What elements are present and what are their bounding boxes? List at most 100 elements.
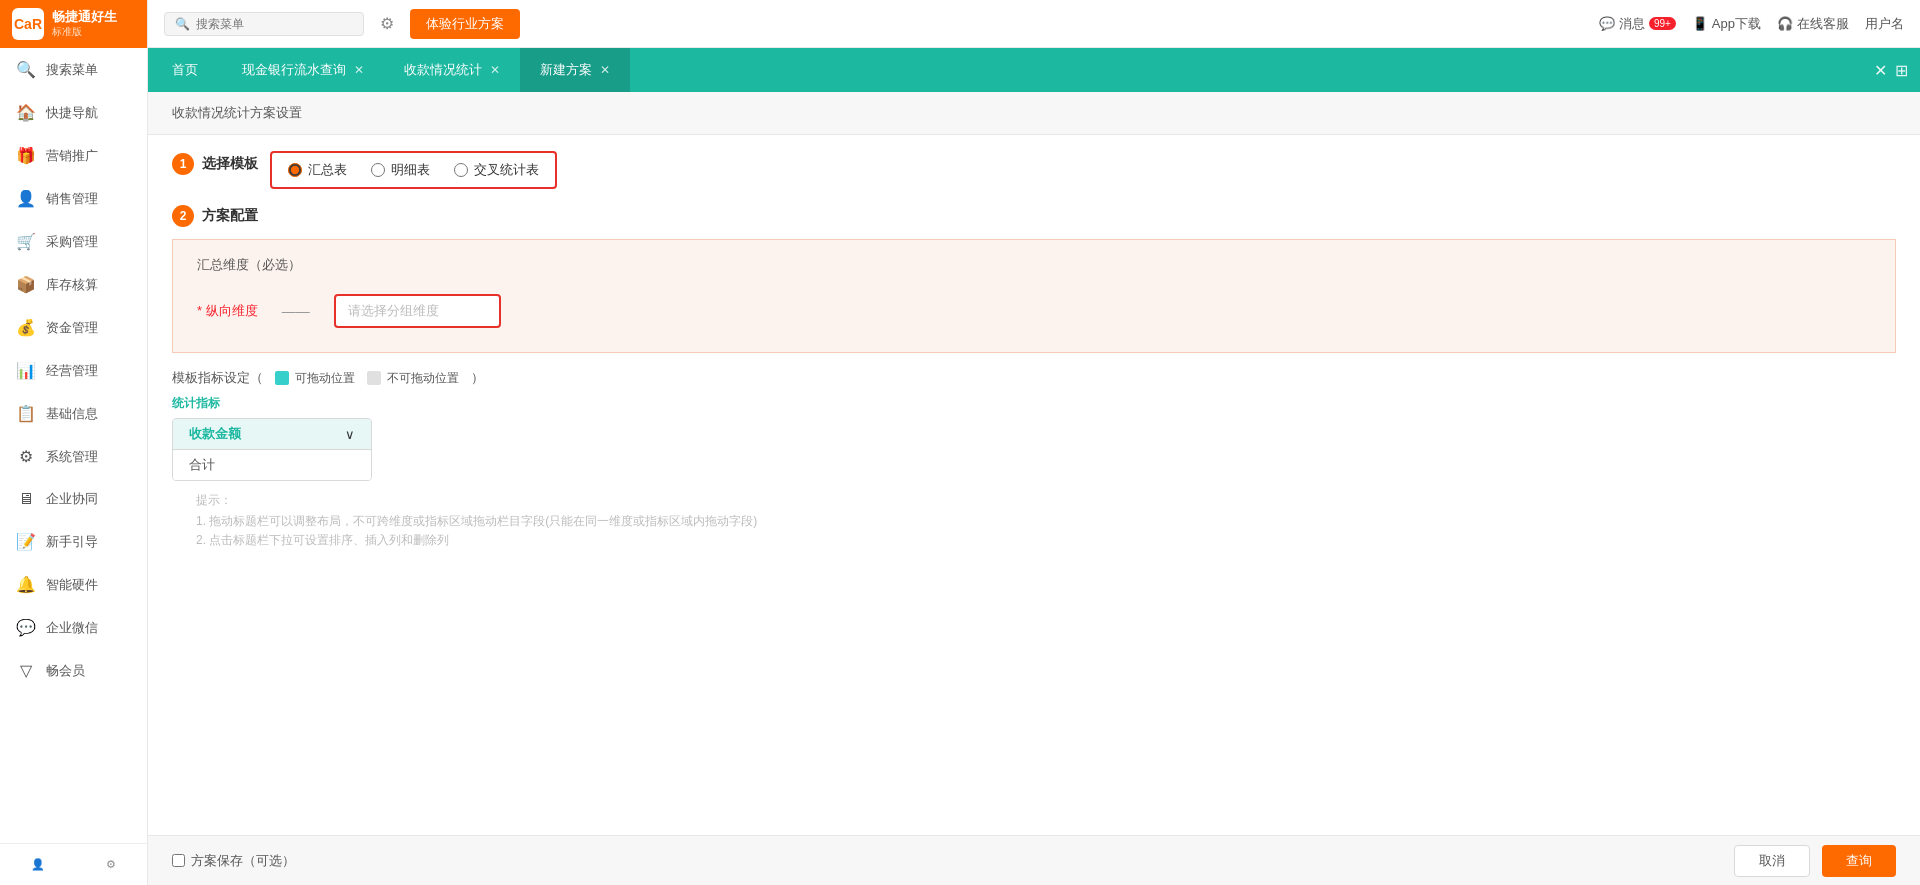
- industry-solution-button[interactable]: 体验行业方案: [410, 9, 520, 39]
- sidebar-item-quicknav[interactable]: 🏠 快捷导航: [0, 91, 147, 134]
- sidebar-item-hardware[interactable]: 🔔 智能硬件: [0, 563, 147, 606]
- dimension-row: * 纵向维度 —— 请选择分组维度: [197, 286, 1871, 336]
- main-area: 🔍 ⚙ 体验行业方案 💬 消息 99+ 📱 App下载 🎧 在线客服 用户名: [148, 0, 1920, 885]
- close-newplan-icon[interactable]: ✕: [600, 63, 610, 77]
- sidebar: CaR 畅捷通好生 标准版 🔍 搜索菜单 🏠 快捷导航 🎁 营销推广 👤 销售管…: [0, 0, 148, 885]
- minimize-icon[interactable]: ✕: [1874, 61, 1887, 80]
- sidebar-item-search[interactable]: 🔍 搜索菜单: [0, 48, 147, 91]
- topbar: 🔍 ⚙ 体验行业方案 💬 消息 99+ 📱 App下载 🎧 在线客服 用户名: [148, 0, 1920, 48]
- list-icon: 📋: [16, 404, 36, 423]
- metrics-table: 收款金额 ∨ 合计: [172, 418, 372, 481]
- messages-action[interactable]: 💬 消息 99+: [1599, 15, 1676, 33]
- hint-item-2: 2. 点击标题栏下拉可设置排序、插入列和删除列: [196, 532, 1872, 549]
- metrics-label-row: 模板指标设定（ 可拖动位置 不可拖动位置 ）: [172, 369, 1896, 387]
- search-box[interactable]: 🔍: [164, 12, 364, 36]
- sidebar-item-member[interactable]: ▽ 畅会员: [0, 649, 147, 692]
- logo-badge: 标准版: [52, 25, 117, 39]
- radio-detail[interactable]: 明细表: [371, 161, 430, 179]
- sidebar-item-purchase[interactable]: 🛒 采购管理: [0, 220, 147, 263]
- page-breadcrumb: 收款情况统计方案设置: [148, 92, 1920, 135]
- logo-text: 畅捷通好生: [52, 9, 117, 25]
- query-button[interactable]: 查询: [1822, 845, 1896, 877]
- messages-badge: 99+: [1649, 17, 1676, 30]
- message-icon: 💬: [1599, 16, 1615, 31]
- radio-cross[interactable]: 交叉统计表: [454, 161, 539, 179]
- radio-cross-input[interactable]: [454, 163, 468, 177]
- close-collection-icon[interactable]: ✕: [490, 63, 500, 77]
- guide-icon: 📝: [16, 532, 36, 551]
- dimension-section-title: 汇总维度（必选）: [197, 256, 1871, 274]
- radio-summary[interactable]: 汇总表: [288, 161, 347, 179]
- box-icon: 📦: [16, 275, 36, 294]
- save-option-row: 方案保存（可选）: [172, 852, 295, 870]
- member-icon: ▽: [16, 661, 36, 680]
- logo-icon: CaR: [12, 8, 44, 40]
- sidebar-item-wechat[interactable]: 💬 企业微信: [0, 606, 147, 649]
- dimension-select[interactable]: 请选择分组维度: [334, 294, 501, 328]
- sidebar-item-inventory[interactable]: 📦 库存核算: [0, 263, 147, 306]
- settings-icon[interactable]: ⚙: [380, 14, 394, 33]
- download-action[interactable]: 📱 App下载: [1692, 15, 1761, 33]
- sidebar-bottom-left[interactable]: 👤: [21, 852, 55, 877]
- hint-item-1: 1. 拖动标题栏可以调整布局，不可跨维度或指标区域拖动栏目字段(只能在同一维度或…: [196, 513, 1872, 530]
- step2-circle: 2: [172, 205, 194, 227]
- sidebar-bottom: 👤 ⚙: [0, 843, 147, 885]
- step1-label: 1 选择模板: [172, 153, 258, 175]
- gift-icon: 🎁: [16, 146, 36, 165]
- topbar-actions: 💬 消息 99+ 📱 App下载 🎧 在线客服 用户名: [1599, 15, 1904, 33]
- radio-detail-input[interactable]: [371, 163, 385, 177]
- support-icon: 🎧: [1777, 16, 1793, 31]
- step1-section: 1 选择模板 汇总表 明细表: [148, 135, 1920, 205]
- step2-section: 2 方案配置 汇总维度（必选） * 纵向维度 —— 请选择分组维度: [148, 205, 1920, 583]
- hint-section: 提示： 1. 拖动标题栏可以调整布局，不可跨维度或指标区域拖动栏目字段(只能在同…: [172, 484, 1896, 567]
- tab-cashflow[interactable]: 现金银行流水查询 ✕: [222, 48, 384, 92]
- save-checkbox[interactable]: [172, 854, 185, 867]
- tab-home[interactable]: 首页: [148, 48, 222, 92]
- bell-icon: 🔔: [16, 575, 36, 594]
- template-options: 汇总表 明细表 交叉统计表: [270, 151, 557, 189]
- sidebar-item-marketing[interactable]: 🎁 营销推广: [0, 134, 147, 177]
- search-icon: 🔍: [16, 60, 36, 79]
- chart-icon: 📊: [16, 361, 36, 380]
- close-cashflow-icon[interactable]: ✕: [354, 63, 364, 77]
- sidebar-item-finance[interactable]: 💰 资金管理: [0, 306, 147, 349]
- arrow-icon: ——: [282, 303, 310, 319]
- download-icon: 📱: [1692, 16, 1708, 31]
- support-action[interactable]: 🎧 在线客服: [1777, 15, 1849, 33]
- movable-indicator: 可拖动位置: [275, 370, 355, 387]
- content-inner: 收款情况统计方案设置 1 选择模板 汇总表: [148, 92, 1920, 835]
- chat-icon: 💬: [16, 618, 36, 637]
- content-area: 收款情况统计方案设置 1 选择模板 汇总表: [148, 92, 1920, 885]
- sidebar-logo: CaR 畅捷通好生 标准版: [0, 0, 147, 48]
- hint-title: 提示：: [196, 492, 1872, 509]
- sidebar-item-newbie[interactable]: 📝 新手引导: [0, 520, 147, 563]
- fixed-indicator: 不可拖动位置: [367, 370, 459, 387]
- step2-title: 2 方案配置: [172, 205, 1896, 227]
- monitor-icon: 🖥: [16, 490, 36, 508]
- tab-new-plan[interactable]: 新建方案 ✕: [520, 48, 630, 92]
- sidebar-item-system[interactable]: ⚙ 系统管理: [0, 435, 147, 478]
- metrics-table-area: 统计指标 收款金额 ∨ 合计: [172, 395, 1896, 484]
- user-profile[interactable]: 用户名: [1865, 15, 1904, 33]
- metrics-section: 模板指标设定（ 可拖动位置 不可拖动位置 ） 统计指标: [172, 369, 1896, 484]
- cancel-button[interactable]: 取消: [1734, 845, 1810, 877]
- metrics-header[interactable]: 收款金额 ∨: [173, 419, 371, 450]
- sidebar-item-management[interactable]: 📊 经营管理: [0, 349, 147, 392]
- sidebar-item-sales[interactable]: 👤 销售管理: [0, 177, 147, 220]
- sidebar-item-basicinfo[interactable]: 📋 基础信息: [0, 392, 147, 435]
- dimension-config-area: 汇总维度（必选） * 纵向维度 —— 请选择分组维度: [172, 239, 1896, 353]
- tab-collection-stats[interactable]: 收款情况统计 ✕: [384, 48, 520, 92]
- expand-icon[interactable]: ⊞: [1895, 61, 1908, 80]
- sidebar-bottom-right[interactable]: ⚙: [96, 852, 126, 877]
- search-input[interactable]: [196, 17, 353, 31]
- money-icon: 💰: [16, 318, 36, 337]
- metrics-total-row: 合计: [173, 450, 371, 480]
- metrics-section-label: 统计指标: [172, 395, 1896, 412]
- radio-summary-input[interactable]: [288, 163, 302, 177]
- footer-actions: 取消 查询: [1734, 845, 1896, 877]
- chevron-down-icon: ∨: [345, 427, 355, 442]
- fixed-box: [367, 371, 381, 385]
- step1-circle: 1: [172, 153, 194, 175]
- sidebar-item-collaboration[interactable]: 🖥 企业协同: [0, 478, 147, 520]
- vertical-dimension-label: * 纵向维度: [197, 302, 258, 320]
